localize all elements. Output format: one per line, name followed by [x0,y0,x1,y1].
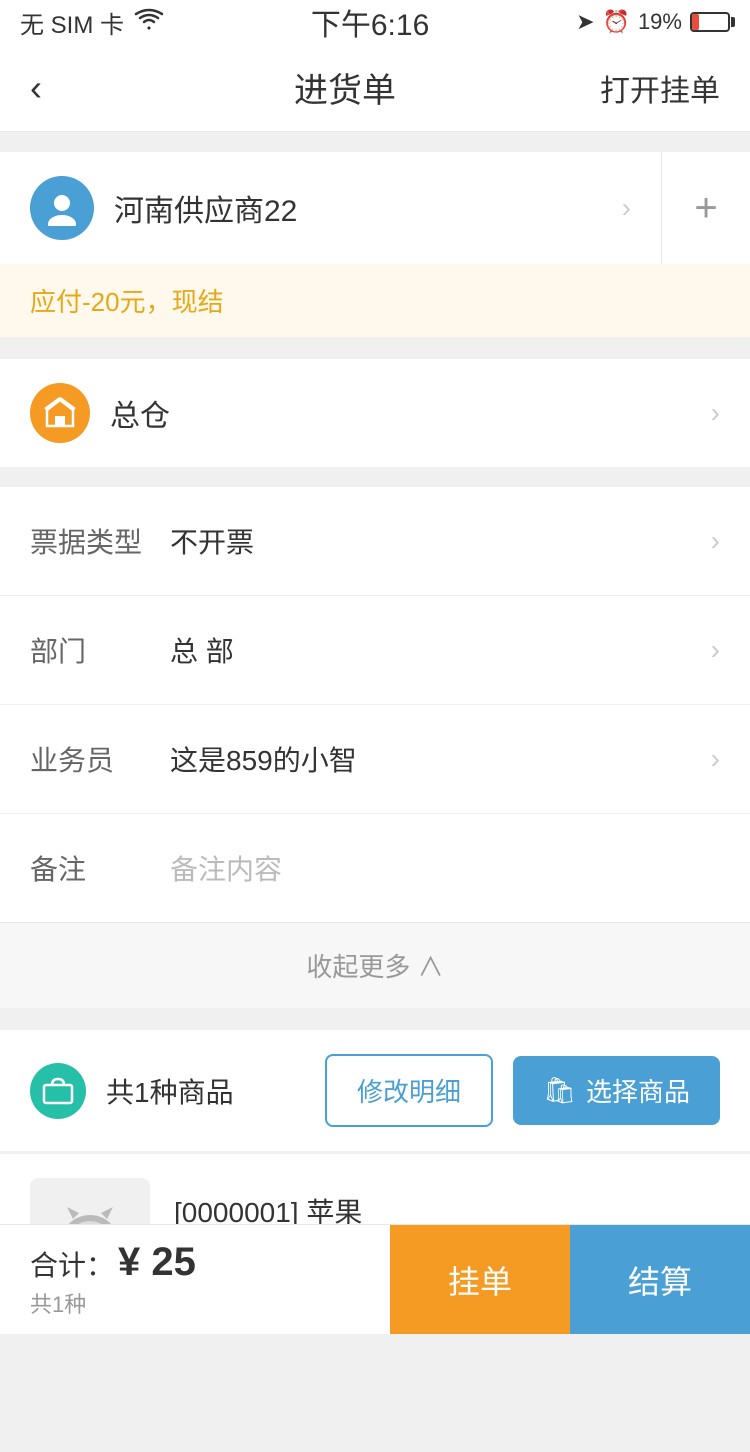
form-section: 票据类型 不开票 › 部门 总 部 › 业务员 这是859的小智 › 备注 备注… [0,487,750,922]
edit-detail-button[interactable]: 修改明细 [325,1054,493,1127]
supplier-chevron-icon: › [622,192,631,224]
info-text: 应付-20元，现结 [30,287,224,317]
add-supplier-button[interactable]: + [662,152,750,264]
select-product-label: 选择商品 [586,1072,690,1109]
pending-button[interactable]: 挂单 [390,1225,570,1334]
department-chevron: › [711,634,720,666]
total-count: 共1种 [30,1287,360,1319]
status-right: ➤ ⏰ 19% [576,9,730,35]
info-banner: 应付-20元，现结 [0,264,750,337]
gap-3 [0,467,750,487]
salesperson-label: 业务员 [30,739,170,779]
invoice-type-value: 不开票 [170,521,701,561]
remark-row[interactable]: 备注 备注内容 [0,814,750,922]
department-value: 总 部 [170,630,701,670]
bottom-spacer [0,1322,750,1452]
gap-2 [0,337,750,357]
department-label: 部门 [30,630,170,670]
collapse-text: 收起更多 ∧ [306,947,443,984]
supplier-name: 河南供应商22 [114,186,612,230]
invoice-type-chevron: › [711,525,720,557]
battery-percent: 19% [638,9,682,35]
page-title: 进货单 [294,63,396,112]
supplier-selector[interactable]: 河南供应商22 › [0,152,662,264]
back-button[interactable]: ‹ [30,67,90,109]
network-label: 无 SIM 卡 [20,5,124,40]
products-count: 共1种商品 [106,1071,305,1111]
nav-bar: ‹ 进货单 打开挂单 [0,44,750,132]
warehouse-chevron-icon: › [711,397,720,429]
salesperson-value: 这是859的小智 [170,739,701,779]
department-row[interactable]: 部门 总 部 › [0,596,750,705]
salesperson-chevron: › [711,743,720,775]
supplier-section: 河南供应商22 › + [0,152,750,264]
warehouse-name: 总仓 [110,391,701,435]
products-icon [30,1063,86,1119]
alarm-icon: ⏰ [603,9,630,35]
collapse-bar[interactable]: 收起更多 ∧ [0,922,750,1008]
open-pending-button[interactable]: 打开挂单 [600,66,720,110]
time-label: 下午6:16 [311,0,429,44]
battery-icon [690,12,730,32]
status-bar: 无 SIM 卡 下午6:16 ➤ ⏰ 19% [0,0,750,44]
warehouse-icon [30,383,90,443]
gap-4 [0,1008,750,1028]
select-product-button[interactable]: 🛍 选择商品 [513,1056,720,1125]
warehouse-selector[interactable]: 总仓 › [0,359,750,467]
total-section: 合计： ¥ 25 共1种 [0,1225,390,1334]
invoice-type-label: 票据类型 [30,521,170,561]
supplier-avatar [30,176,94,240]
bottom-bar: 合计： ¥ 25 共1种 挂单 结算 [0,1224,750,1334]
remark-label: 备注 [30,848,170,888]
total-label: 合计： [30,1244,114,1284]
wifi-icon [134,8,164,37]
status-left: 无 SIM 卡 [20,5,164,40]
select-product-icon: 🛍 [543,1075,576,1106]
remark-value: 备注内容 [170,848,720,888]
total-amount: ¥ 25 [118,1240,196,1285]
invoice-type-row[interactable]: 票据类型 不开票 › [0,487,750,596]
location-icon: ➤ [576,9,594,35]
salesperson-row[interactable]: 业务员 这是859的小智 › [0,705,750,814]
products-header: 共1种商品 修改明细 🛍 选择商品 [0,1030,750,1151]
settle-button[interactable]: 结算 [570,1225,750,1334]
gap-1 [0,132,750,152]
